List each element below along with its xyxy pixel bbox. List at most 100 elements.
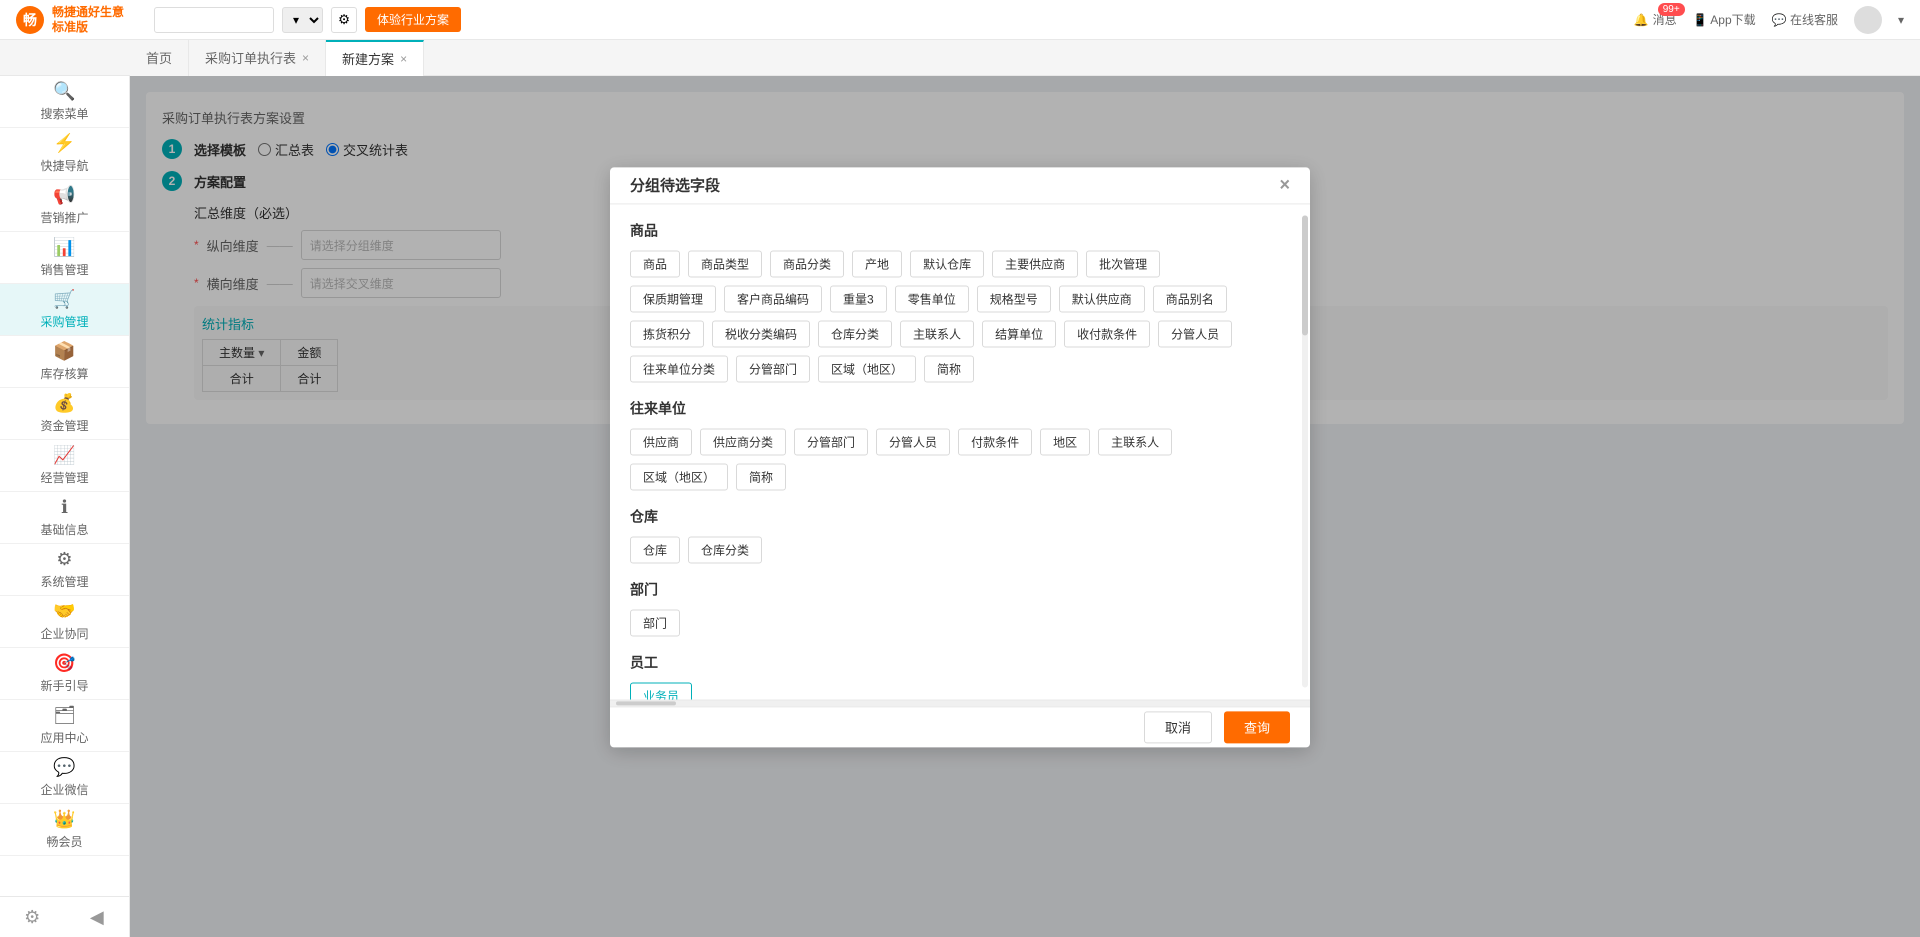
- sidebar-item-guide[interactable]: 🎯 新手引导: [0, 648, 129, 700]
- sidebar-item-operations[interactable]: 📈 经营管理: [0, 440, 129, 492]
- chip-partner-contact[interactable]: 主联系人: [1098, 429, 1172, 456]
- online-service-link[interactable]: 💬 在线客服: [1772, 11, 1838, 28]
- section-warehouse-title: 仓库: [630, 507, 1290, 527]
- field-select-modal: 分组待选字段 × 商品 商品 商品类型 商品分类 产地 默认仓库 主要供应商 批…: [610, 167, 1310, 747]
- tab-home[interactable]: 首页: [130, 40, 189, 76]
- sidebar-collapse-btn[interactable]: ◀: [65, 897, 130, 937]
- member-icon: 👑: [53, 809, 75, 830]
- chip-supplier[interactable]: 供应商: [630, 429, 692, 456]
- chip-shelf-life[interactable]: 保质期管理: [630, 286, 716, 313]
- section-partner-chips: 供应商 供应商分类 分管部门 分管人员 付款条件 地区 主联系人: [630, 429, 1290, 456]
- tab-purchase-exec[interactable]: 采购订单执行表 ×: [189, 40, 326, 76]
- sidebar-item-sales[interactable]: 📊 销售管理: [0, 232, 129, 284]
- chip-partner-dept[interactable]: 分管部门: [794, 429, 868, 456]
- chip-tax-code[interactable]: 税收分类编码: [712, 321, 810, 348]
- chip-managed-dept[interactable]: 分管部门: [736, 356, 810, 383]
- confirm-button[interactable]: 查询: [1224, 711, 1290, 743]
- chip-product-category[interactable]: 商品分类: [770, 251, 844, 278]
- modal-vscroll-thumb: [1302, 215, 1308, 335]
- chip-counterpart-category[interactable]: 往来单位分类: [630, 356, 728, 383]
- sidebar-item-search[interactable]: 🔍 搜索菜单: [0, 76, 129, 128]
- marketing-icon: 📢: [53, 185, 75, 206]
- tab-new-plan-close[interactable]: ×: [400, 52, 407, 66]
- chip-product-alias[interactable]: 商品别名: [1153, 286, 1227, 313]
- chip-supplier-category[interactable]: 供应商分类: [700, 429, 786, 456]
- notification-area[interactable]: 🔔 消息 99+: [1634, 11, 1677, 28]
- sidebar: 🔍 搜索菜单 ⚡ 快捷导航 📢 营销推广 📊 销售管理 🛒 采购管理 📦 库存核…: [0, 76, 130, 937]
- chip-weight3[interactable]: 重量3: [830, 286, 887, 313]
- experience-button[interactable]: 体验行业方案: [365, 7, 461, 32]
- chip-spec-model[interactable]: 规格型号: [977, 286, 1051, 313]
- quicknav-icon: ⚡: [53, 133, 75, 154]
- user-avatar[interactable]: [1854, 6, 1882, 34]
- sidebar-item-finance[interactable]: 💰 资金管理: [0, 388, 129, 440]
- sidebar-item-appstore[interactable]: 🗂 应用中心: [0, 700, 129, 752]
- cancel-button[interactable]: 取消: [1144, 711, 1212, 743]
- search-icon: 🔍: [53, 81, 75, 102]
- search-input[interactable]: [154, 7, 274, 33]
- chip-default-supplier[interactable]: 默认供应商: [1059, 286, 1145, 313]
- sidebar-item-system[interactable]: ⚙ 系统管理: [0, 544, 129, 596]
- purchase-icon: 🛒: [53, 289, 75, 310]
- chip-warehouse-category[interactable]: 仓库分类: [818, 321, 892, 348]
- section-employee-title: 员工: [630, 653, 1290, 673]
- sidebar-item-quicknav[interactable]: ⚡ 快捷导航: [0, 128, 129, 180]
- sidebar-item-member[interactable]: 👑 畅会员: [0, 804, 129, 856]
- chip-retail-unit[interactable]: 零售单位: [895, 286, 969, 313]
- chip-partner-payment[interactable]: 付款条件: [958, 429, 1032, 456]
- bell-icon: 🔔: [1634, 13, 1649, 27]
- chip-short-name-product[interactable]: 简称: [924, 356, 974, 383]
- sidebar-settings-btn[interactable]: ⚙: [0, 897, 65, 937]
- chip-batch-management[interactable]: 批次管理: [1086, 251, 1160, 278]
- top-header: 畅 畅捷通好生意 标准版 ▾ ⚙ 体验行业方案 🔔 消息 99+ 📱 App下载…: [0, 0, 1920, 40]
- chip-default-warehouse[interactable]: 默认仓库: [910, 251, 984, 278]
- tab-bar: 首页 采购订单执行表 × 新建方案 ×: [0, 40, 1920, 76]
- modal-title: 分组待选字段: [630, 175, 720, 196]
- chip-product[interactable]: 商品: [630, 251, 680, 278]
- gear-button[interactable]: ⚙: [331, 7, 357, 33]
- modal-close-button[interactable]: ×: [1279, 175, 1290, 196]
- sidebar-item-purchase[interactable]: 🛒 采购管理: [0, 284, 129, 336]
- logo-text: 畅捷通好生意 标准版: [52, 5, 124, 34]
- chip-partner-region[interactable]: 地区: [1040, 429, 1090, 456]
- logo-area: 畅 畅捷通好生意 标准版: [16, 5, 146, 34]
- tab-new-plan[interactable]: 新建方案 ×: [326, 40, 424, 76]
- chip-manager[interactable]: 分管人员: [1158, 321, 1232, 348]
- chip-customer-code[interactable]: 客户商品编码: [724, 286, 822, 313]
- collab-icon: 🤝: [53, 601, 75, 622]
- chip-payment-terms[interactable]: 收付款条件: [1064, 321, 1150, 348]
- app-download-link[interactable]: 📱 App下载: [1693, 11, 1756, 28]
- sidebar-item-inventory[interactable]: 📦 库存核算: [0, 336, 129, 388]
- chip-partner-area[interactable]: 区域（地区）: [630, 464, 728, 491]
- operations-icon: 📈: [53, 445, 75, 466]
- sidebar-item-marketing[interactable]: 📢 营销推广: [0, 180, 129, 232]
- chip-main-contact[interactable]: 主联系人: [900, 321, 974, 348]
- chip-region-product[interactable]: 区域（地区）: [818, 356, 916, 383]
- chip-warehouse[interactable]: 仓库: [630, 537, 680, 564]
- modal-vscroll-track[interactable]: [1302, 215, 1308, 687]
- chip-partner-manager[interactable]: 分管人员: [876, 429, 950, 456]
- sidebar-item-basic-info[interactable]: ℹ 基础信息: [0, 492, 129, 544]
- sidebar-item-weixin[interactable]: 💬 企业微信: [0, 752, 129, 804]
- section-product-chips: 商品 商品类型 商品分类 产地 默认仓库 主要供应商 批次管理: [630, 251, 1290, 278]
- user-menu-expand[interactable]: ▾: [1898, 13, 1904, 27]
- chip-origin[interactable]: 产地: [852, 251, 902, 278]
- section-dept-title: 部门: [630, 580, 1290, 600]
- modal-body: 商品 商品 商品类型 商品分类 产地 默认仓库 主要供应商 批次管理 保质期管理…: [610, 205, 1310, 700]
- sales-icon: 📊: [53, 237, 75, 258]
- chip-settlement-unit[interactable]: 结算单位: [982, 321, 1056, 348]
- sidebar-item-collab[interactable]: 🤝 企业协同: [0, 596, 129, 648]
- chip-partner-shortname[interactable]: 简称: [736, 464, 786, 491]
- chip-main-supplier[interactable]: 主要供应商: [992, 251, 1078, 278]
- header-search: ▾ ⚙ 体验行业方案: [154, 7, 461, 33]
- header-select[interactable]: ▾: [282, 7, 323, 33]
- chip-product-type[interactable]: 商品类型: [688, 251, 762, 278]
- service-icon: 💬: [1772, 13, 1787, 27]
- system-icon: ⚙: [56, 549, 72, 570]
- section-product-chips4: 往来单位分类 分管部门 区域（地区） 简称: [630, 356, 1290, 383]
- chip-warehouse-category2[interactable]: 仓库分类: [688, 537, 762, 564]
- chip-salesperson[interactable]: 业务员: [630, 683, 692, 700]
- chip-pickup-points[interactable]: 拣货积分: [630, 321, 704, 348]
- tab-purchase-exec-close[interactable]: ×: [302, 51, 309, 65]
- chip-dept[interactable]: 部门: [630, 610, 680, 637]
